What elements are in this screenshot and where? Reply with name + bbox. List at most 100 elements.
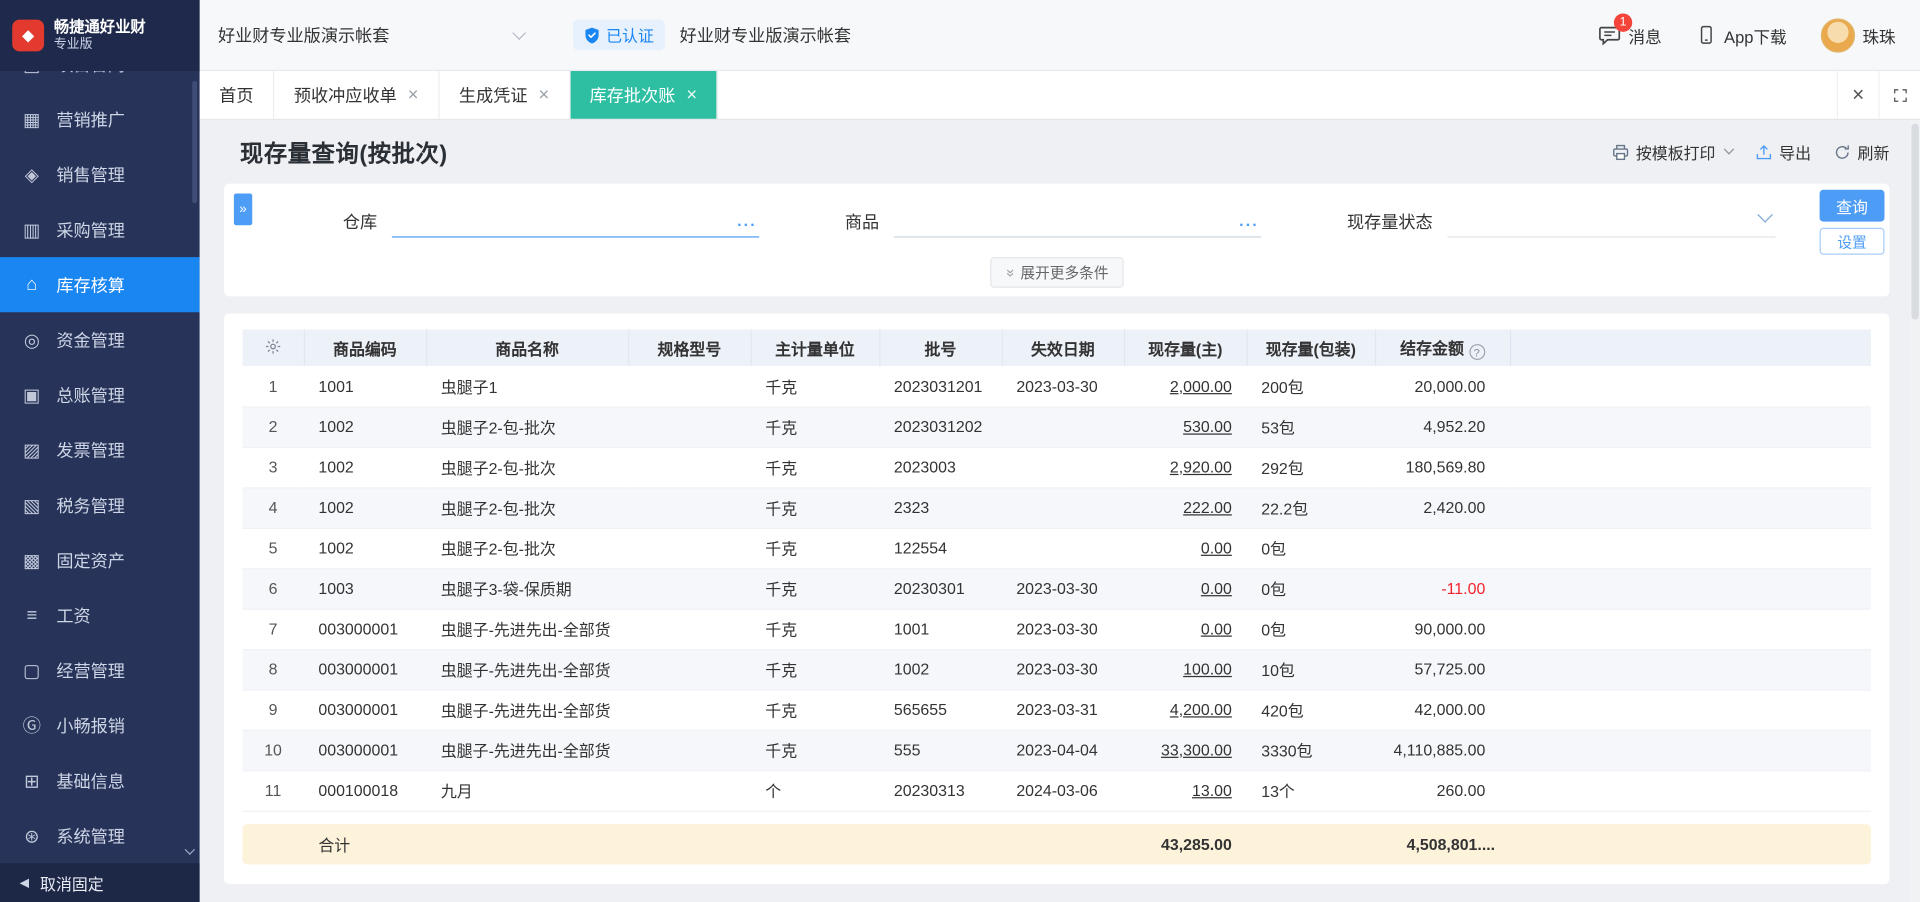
column-header-spec: 规格型号 bbox=[628, 329, 752, 367]
table-row[interactable]: 10 003000001 虫腿子-先进先出-全部货 千克 555 2023-04-04 33… bbox=[242, 729, 1872, 771]
sidebar-item-operations[interactable]: ▢ 经营管理 bbox=[0, 643, 200, 698]
general-ledger-icon: ▣ bbox=[23, 385, 41, 406]
user-menu[interactable]: 珠珠 bbox=[1820, 17, 1896, 53]
cell-unit: 千克 bbox=[750, 527, 880, 569]
export-button[interactable]: 导出 bbox=[1755, 140, 1811, 163]
column-header-expiry: 失效日期 bbox=[1001, 329, 1125, 367]
close-all-tabs-icon[interactable]: × bbox=[1836, 71, 1879, 119]
cell-product-code: 003000001 bbox=[303, 608, 427, 650]
stock-status-select[interactable] bbox=[1447, 206, 1776, 238]
cell-balance-amount: 57,725.00 bbox=[1375, 648, 1510, 691]
tab-home[interactable]: 首页 bbox=[199, 71, 275, 119]
product-input[interactable]: ··· bbox=[893, 206, 1262, 238]
expand-more-filters-button[interactable]: « 展开更多条件 bbox=[990, 257, 1124, 288]
collapse-filters-button[interactable]: » bbox=[233, 193, 253, 226]
cell-unit: 千克 bbox=[750, 446, 880, 488]
header-row: 商品编码 商品名称 规格型号 主计量单位 批号 失效日期 现存量(主) 现存量(包装) 结存金额… bbox=[242, 329, 1872, 367]
warehouse-picker-icon[interactable]: ··· bbox=[737, 217, 757, 233]
close-tab-icon[interactable]: × bbox=[538, 86, 549, 104]
sidebar-item-inventory-accounting[interactable]: ⌂ 库存核算 bbox=[0, 257, 200, 313]
sidebar-item-label: 经营管理 bbox=[56, 660, 125, 681]
table-row[interactable]: 5 1002 虫腿子2-包-批次 千克 122554 0.00 0包 bbox=[242, 527, 1872, 569]
refresh-icon bbox=[1835, 144, 1849, 159]
table-row[interactable]: 1 1001 虫腿子1 千克 2023031201 2023-03-30 2,000.00 2… bbox=[242, 366, 1872, 408]
query-button[interactable]: 查询 bbox=[1819, 189, 1885, 222]
app-download-button[interactable]: App下载 bbox=[1696, 23, 1787, 47]
cell-qty-main: 4,200.00 bbox=[1124, 689, 1247, 731]
sidebar-item-marketing[interactable]: ▦ 营销推广 bbox=[0, 92, 200, 147]
quantity-drilldown-link[interactable]: 530.00 bbox=[1183, 418, 1232, 436]
refresh-button[interactable]: 刷新 bbox=[1833, 140, 1889, 163]
table-row[interactable]: 11 000100018 九月 个 20230313 2024-03-06 13.00 13个… bbox=[242, 770, 1872, 812]
quantity-drilldown-link[interactable]: 0.00 bbox=[1201, 539, 1232, 557]
close-tab-icon[interactable]: × bbox=[686, 86, 697, 104]
cell-product-code: 1002 bbox=[303, 487, 427, 529]
quantity-drilldown-link[interactable]: 33,300.00 bbox=[1161, 741, 1232, 759]
sidebar-item-label: 总账管理 bbox=[56, 385, 125, 405]
tab-inventory-batch[interactable]: 库存批次账 × bbox=[570, 71, 718, 119]
column-header-unit: 主计量单位 bbox=[750, 329, 880, 367]
cell-product-name: 虫腿子2-包-批次 bbox=[426, 446, 629, 488]
vertical-scrollbar[interactable] bbox=[1910, 120, 1920, 902]
sidebar-scrollbar[interactable] bbox=[192, 80, 198, 204]
app-logo-icon: ◆ bbox=[12, 19, 45, 52]
messages-count-badge: 1 bbox=[1613, 13, 1633, 32]
sidebar-item-basic-info[interactable]: ⊞ 基础信息 bbox=[0, 753, 200, 808]
fullscreen-icon[interactable] bbox=[1878, 71, 1920, 119]
tab-generate-voucher[interactable]: 生成凭证 × bbox=[439, 71, 571, 119]
cell-filler bbox=[1509, 608, 1872, 650]
table-row[interactable]: 2 1002 虫腿子2-包-批次 千克 2023031202 530.00 53包 4,952… bbox=[242, 406, 1872, 448]
quantity-drilldown-link[interactable]: 0.00 bbox=[1201, 620, 1232, 638]
marketing-icon: ▦ bbox=[23, 109, 41, 131]
table-row[interactable]: 3 1002 虫腿子2-包-批次 千克 2023003 2,920.00 292包 180,5… bbox=[242, 446, 1872, 488]
cell-row-number: 1 bbox=[242, 366, 304, 408]
quantity-drilldown-link[interactable]: 100.00 bbox=[1183, 660, 1232, 678]
sidebar-item-purchase[interactable]: ▥ 采购管理 bbox=[0, 202, 200, 257]
quantity-drilldown-link[interactable]: 4,200.00 bbox=[1170, 700, 1232, 718]
quantity-drilldown-link[interactable]: 222.00 bbox=[1183, 498, 1232, 516]
quantity-drilldown-link[interactable]: 0.00 bbox=[1201, 579, 1232, 597]
sidebar-item-expense[interactable]: Ⓖ 小畅报销 bbox=[0, 698, 200, 753]
quantity-drilldown-link[interactable]: 2,920.00 bbox=[1170, 458, 1232, 476]
inventory-table: 商品编码 商品名称 规格型号 主计量单位 批号 失效日期 现存量(主) 现存量(包装) 结存金额… bbox=[242, 329, 1872, 865]
printer-icon bbox=[1612, 144, 1629, 160]
settings-button[interactable]: 设置 bbox=[1819, 227, 1885, 255]
table-settings-gear-icon[interactable] bbox=[264, 337, 281, 354]
help-icon[interactable]: ? bbox=[1468, 344, 1485, 361]
workspace-select[interactable]: 好业财专业版演示帐套 bbox=[218, 23, 527, 47]
table-row[interactable]: 9 003000001 虫腿子-先进先出-全部货 千克 565655 2023-03-31… bbox=[242, 689, 1872, 731]
sidebar-item-system[interactable]: ⊛ 系统管理 bbox=[0, 808, 200, 863]
quantity-drilldown-link[interactable]: 13.00 bbox=[1192, 781, 1232, 799]
close-tab-icon[interactable]: × bbox=[408, 86, 419, 104]
table-row[interactable]: 7 003000001 虫腿子-先进先出-全部货 千克 1001 2023-03-30 0.… bbox=[242, 608, 1872, 650]
tab-prepayment-offset[interactable]: 预收冲应收单 × bbox=[274, 71, 440, 119]
table-row[interactable]: 6 1003 虫腿子3-袋-保质期 千克 20230301 2023-03-30 0.00 0… bbox=[242, 568, 1872, 610]
cell-row-number: 2 bbox=[242, 406, 304, 448]
cell-unit: 千克 bbox=[750, 406, 880, 448]
cell-qty-package: 200包 bbox=[1246, 366, 1376, 408]
quantity-drilldown-link[interactable]: 2,000.00 bbox=[1170, 377, 1232, 395]
scrollbar-thumb[interactable] bbox=[1911, 123, 1919, 320]
sidebar-item-sales[interactable]: ◈ 销售管理 bbox=[0, 147, 200, 202]
table-row[interactable]: 8 003000001 虫腿子-先进先出-全部货 千克 1002 2023-03-30 10… bbox=[242, 648, 1872, 691]
product-picker-icon[interactable]: ··· bbox=[1239, 217, 1259, 233]
sidebar-item-general-ledger[interactable]: ▣ 总账管理 bbox=[0, 367, 200, 422]
cell-row-number: 8 bbox=[242, 648, 304, 691]
print-by-template-button[interactable]: 按模板打印 bbox=[1611, 140, 1735, 163]
column-header-product-name: 商品名称 bbox=[426, 329, 629, 367]
shield-check-icon bbox=[585, 26, 599, 43]
sidebar-item-fixed-assets[interactable]: ▩ 固定资产 bbox=[0, 533, 200, 588]
sidebar-item-tax[interactable]: ▧ 税务管理 bbox=[0, 478, 200, 533]
unpin-sidebar-button[interactable]: ◀ 取消固定 bbox=[0, 863, 200, 902]
export-icon bbox=[1756, 144, 1772, 159]
cell-spec bbox=[628, 446, 751, 488]
sidebar-item-label: 营销推广 bbox=[56, 109, 125, 130]
table-row[interactable]: 4 1002 虫腿子2-包-批次 千克 2323 222.00 22.2包 2,420.00 bbox=[242, 487, 1872, 529]
sidebar-item-invoice[interactable]: ▨ 发票管理 bbox=[0, 422, 200, 477]
messages-button[interactable]: 1 消息 bbox=[1598, 13, 1662, 47]
cell-qty-main: 0.00 bbox=[1124, 568, 1247, 610]
cell-batch: 555 bbox=[879, 729, 1002, 771]
sidebar-item-funds[interactable]: ◎ 资金管理 bbox=[0, 312, 200, 367]
sidebar-item-payroll[interactable]: ≡ 工资 bbox=[0, 588, 200, 643]
warehouse-input[interactable]: ··· bbox=[391, 206, 760, 238]
